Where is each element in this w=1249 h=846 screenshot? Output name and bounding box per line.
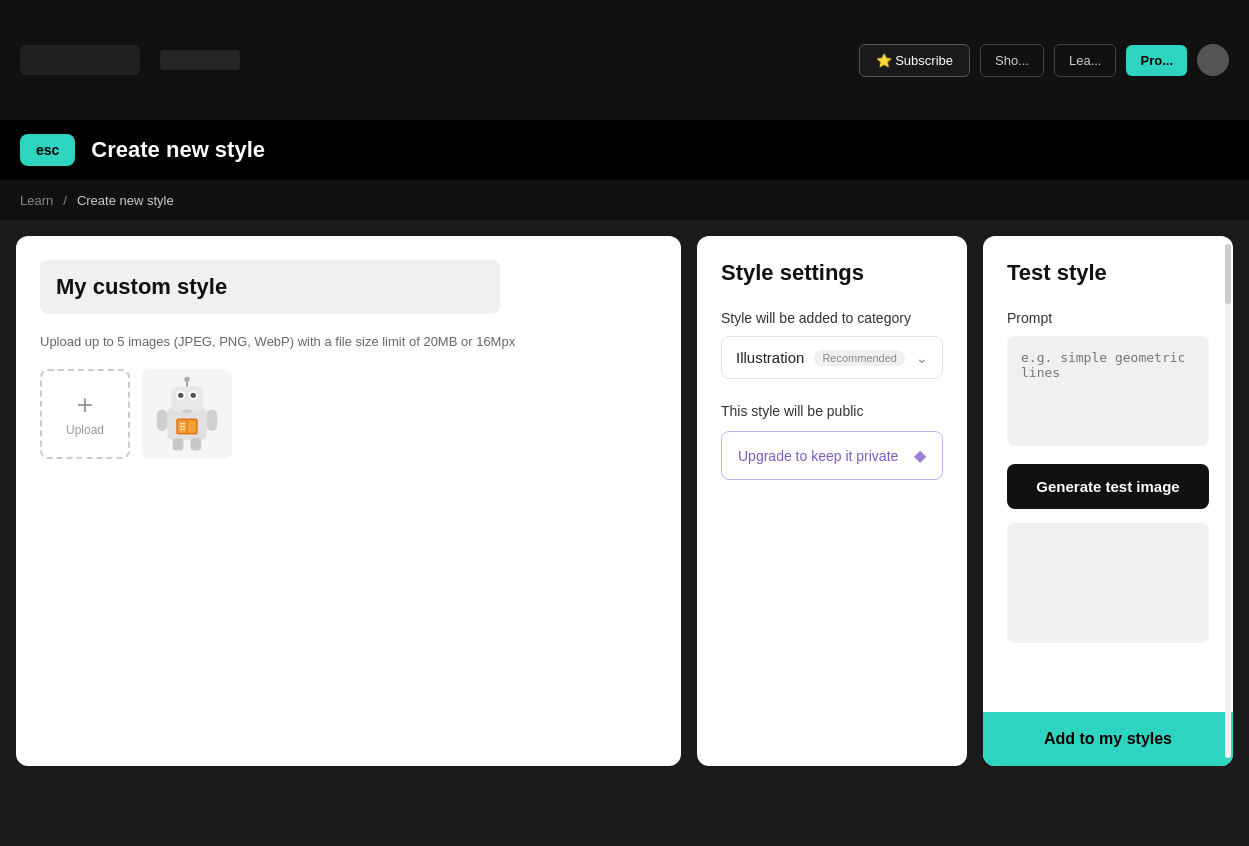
scrollbar-track[interactable] [1225,244,1231,758]
svg-point-7 [184,377,189,382]
svg-point-4 [178,393,183,398]
panel-middle: Style settings Style will be added to ca… [697,236,967,766]
plus-icon: + [77,391,93,419]
learn-sublabel: Create new style [77,193,174,208]
diamond-icon: ◆ [914,446,926,465]
nav-btn-3[interactable]: Pro... [1126,45,1187,76]
style-name-input[interactable] [40,260,500,314]
test-style-title: Test style [1007,260,1209,286]
svg-rect-1 [171,386,203,411]
subscribe-button[interactable]: ⭐ Subscribe [859,44,970,77]
chevron-down-icon: ⌄ [916,350,928,366]
main-content: Upload up to 5 images (JPEG, PNG, WebP) … [0,220,1249,782]
svg-point-5 [191,393,196,398]
nav-btn-2[interactable]: Lea... [1054,44,1117,77]
divider-2 [975,236,983,766]
learn-separator: / [63,193,67,208]
svg-rect-12 [191,438,202,450]
prompt-label: Prompt [1007,310,1209,326]
page-title: Create new style [91,137,265,163]
upload-label: Upload [66,423,104,437]
category-name: Illustration [736,349,804,366]
upgrade-private-button[interactable]: Upgrade to keep it private ◆ [721,431,943,480]
images-row: + Upload [40,369,657,459]
category-label: Style will be added to category [721,310,943,326]
learn-bar: Learn / Create new style [0,180,1249,220]
panel-right-scrollable: Test style Prompt Generate test image [983,236,1233,712]
svg-rect-9 [157,410,168,431]
svg-rect-10 [207,410,218,431]
panel-right: Test style Prompt Generate test image Ad… [983,236,1233,766]
robot-image [142,369,232,459]
style-settings-title: Style settings [721,260,943,286]
add-to-styles-footer[interactable]: Add to my styles [983,712,1233,766]
recommended-badge: Recommended [814,350,905,366]
svg-rect-8 [183,410,192,414]
upload-box[interactable]: + Upload [40,369,130,459]
svg-rect-11 [173,438,184,450]
upgrade-button-label: Upgrade to keep it private [738,448,898,464]
panel-left: Upload up to 5 images (JPEG, PNG, WebP) … [16,236,681,766]
generated-image-placeholder [1007,523,1209,643]
visibility-label: This style will be public [721,403,943,419]
scrollbar-thumb[interactable] [1225,244,1231,304]
learn-label: Learn [20,193,53,208]
add-to-styles-label: Add to my styles [1044,730,1172,747]
upload-hint: Upload up to 5 images (JPEG, PNG, WebP) … [40,334,657,349]
divider-1 [689,236,697,766]
esc-button[interactable]: esc [20,134,75,166]
generate-test-image-button[interactable]: Generate test image [1007,464,1209,509]
category-dropdown[interactable]: Illustration Recommended ⌄ [721,336,943,379]
nav-btn-1[interactable]: Sho... [980,44,1044,77]
prompt-textarea[interactable] [1007,336,1209,446]
robot-svg [147,374,227,454]
top-bar: ⭐ Subscribe Sho... Lea... Pro... [0,0,1249,120]
header-bar: esc Create new style [0,120,1249,180]
